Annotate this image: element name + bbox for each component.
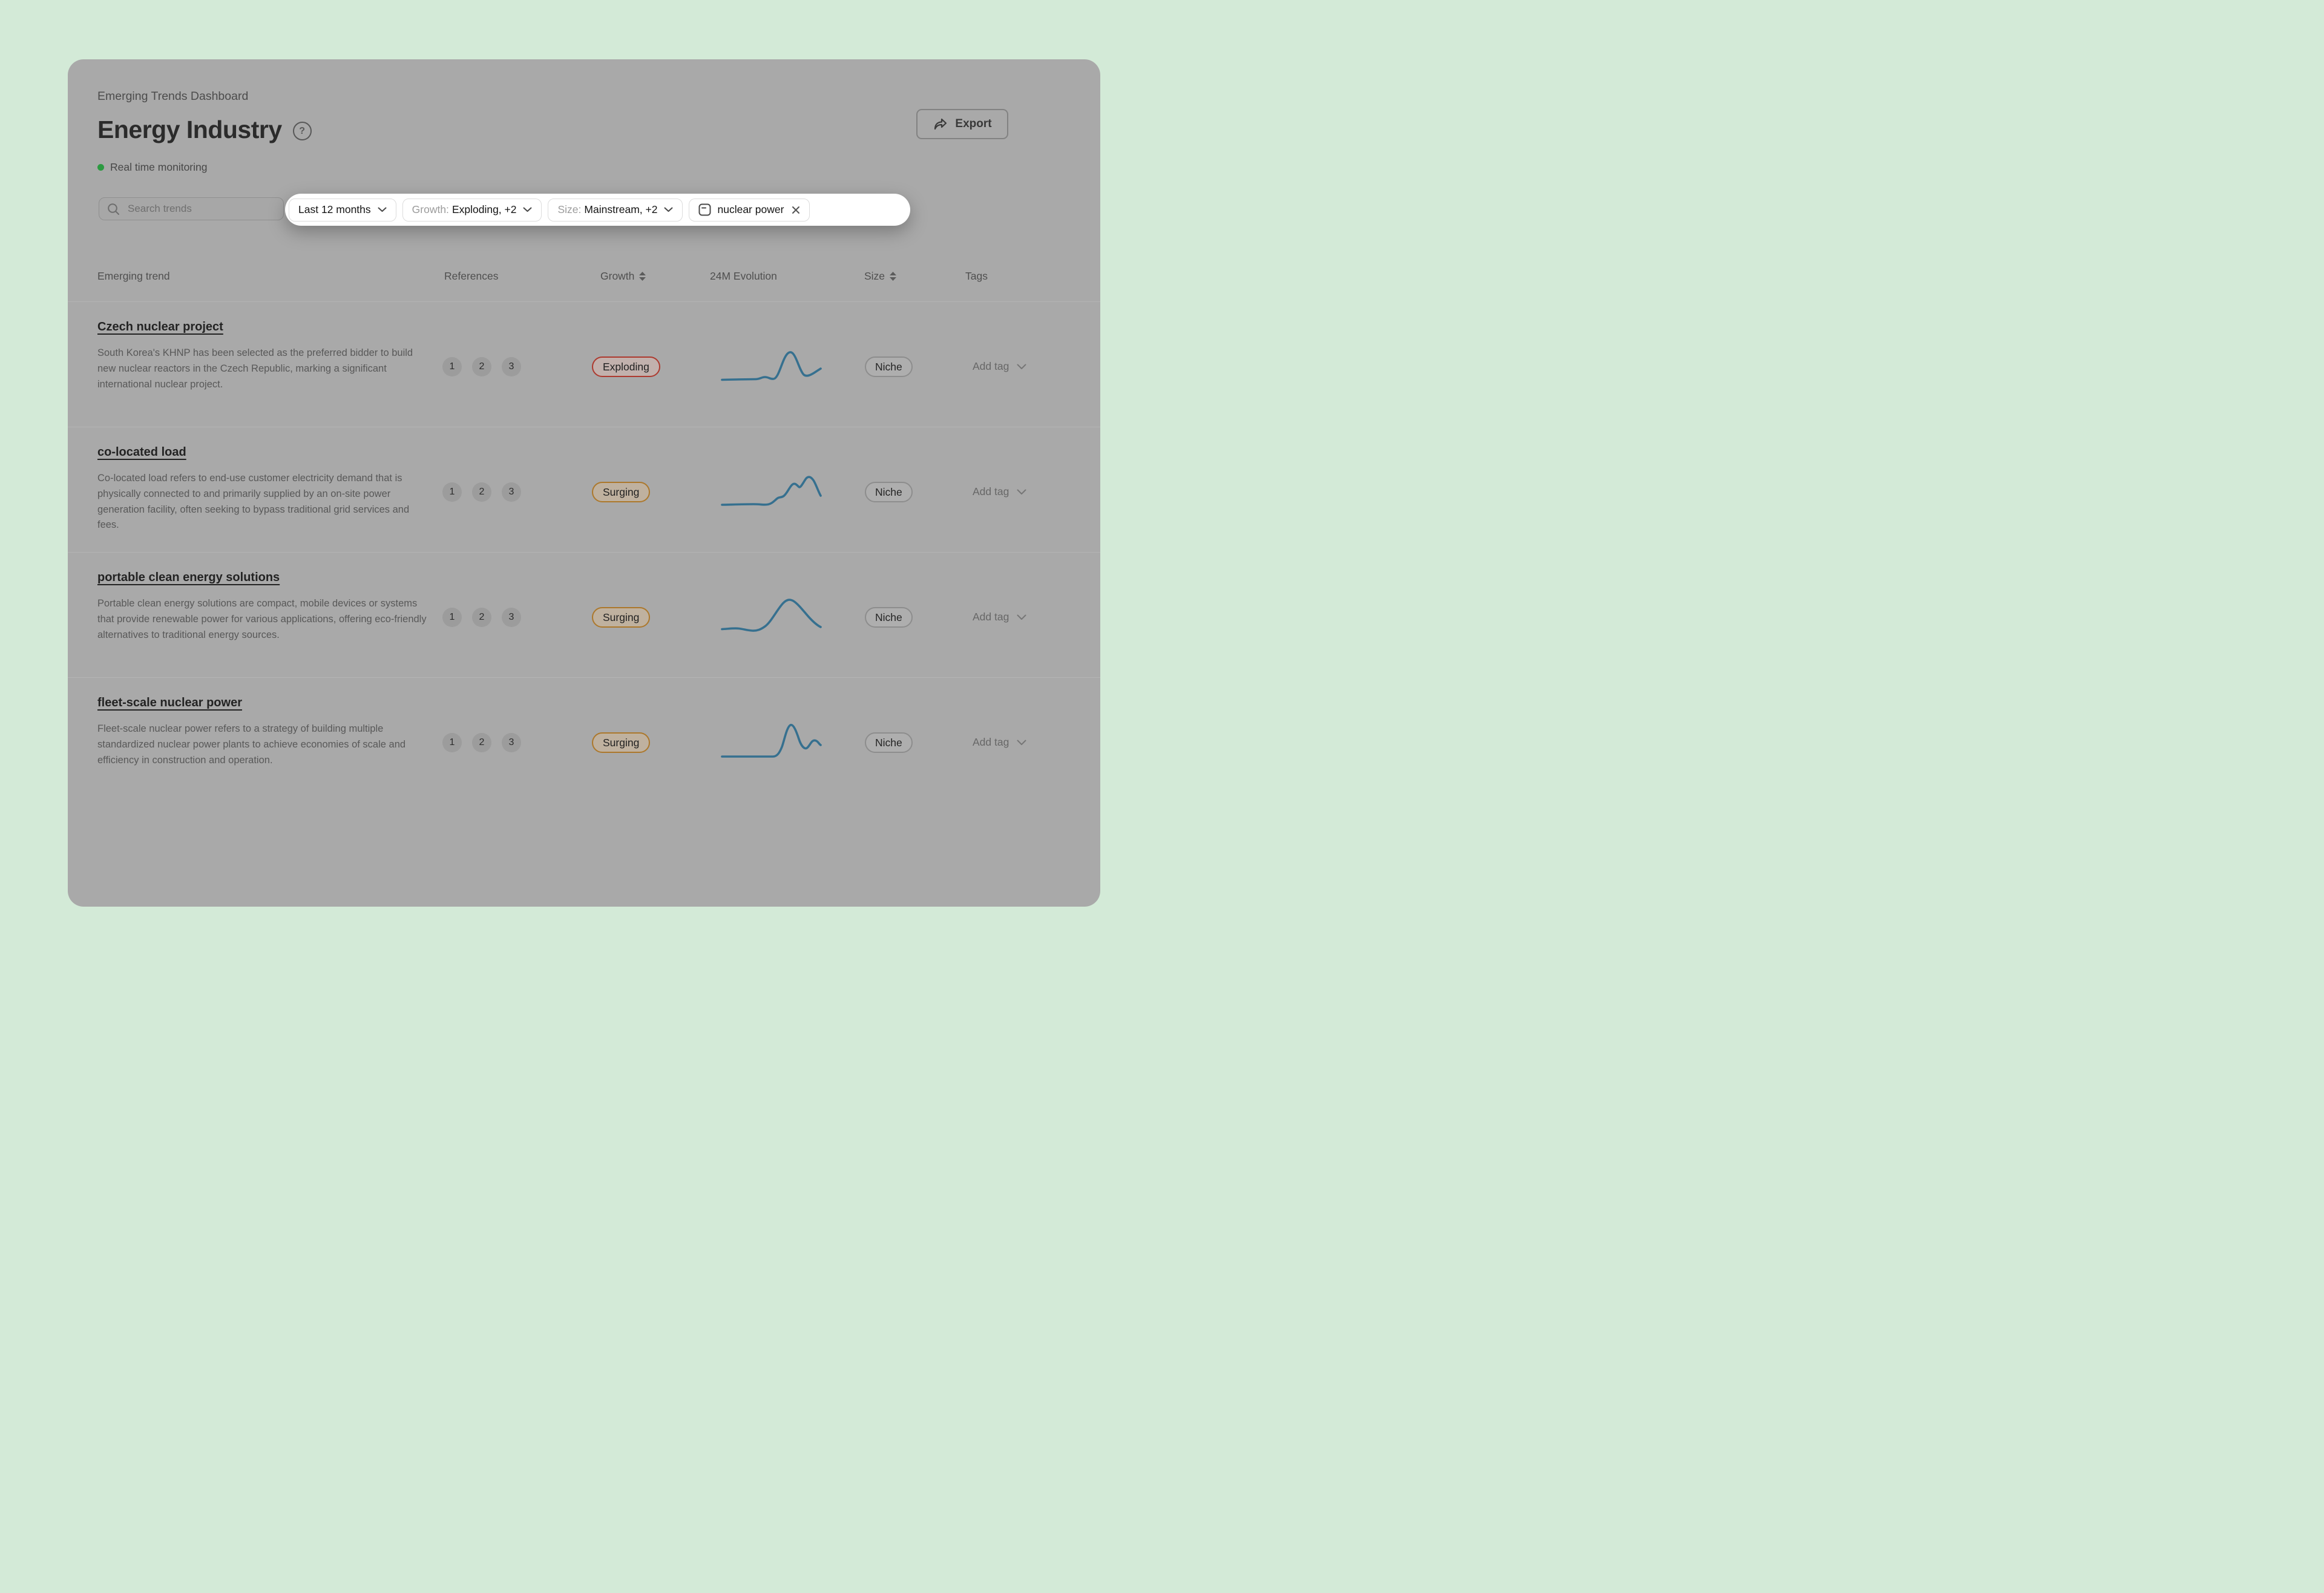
sparkline-path: [721, 723, 822, 758]
size-badge: Niche: [865, 482, 913, 502]
add-tag-dropdown[interactable]: Add tag: [973, 736, 1026, 749]
help-icon[interactable]: ?: [292, 122, 312, 140]
reference-chip[interactable]: 1: [442, 357, 462, 376]
add-tag-dropdown[interactable]: Add tag: [973, 360, 1026, 373]
reference-chip[interactable]: 2: [472, 482, 491, 502]
dashboard-card: Emerging Trends Dashboard Energy Industr…: [68, 59, 1100, 907]
search-icon: [107, 203, 120, 215]
add-tag-label: Add tag: [973, 611, 1009, 623]
trend-description: South Korea's KHNP has been selected as …: [97, 347, 413, 390]
growth-filter-dropdown[interactable]: Growth: Exploding, +2: [402, 198, 542, 222]
evolution-sparkline: [721, 599, 822, 632]
trend-description: Fleet-scale nuclear power refers to a st…: [97, 723, 406, 766]
growth-filter-value: Exploding, +2: [451, 203, 517, 215]
reference-chip[interactable]: 2: [472, 357, 491, 376]
references-group: 1 2 3: [442, 733, 521, 752]
sparkline-path: [721, 599, 822, 632]
search-input[interactable]: [126, 202, 275, 215]
add-tag-dropdown[interactable]: Add tag: [973, 485, 1026, 498]
trend-description: Portable clean energy solutions are comp…: [97, 598, 427, 640]
filter-bar: Last 12 months Growth: Exploding, +2 Size…: [285, 194, 910, 226]
status-label: Real time monitoring: [110, 161, 208, 173]
trend-description: Co-located load refers to end-use custom…: [97, 473, 410, 531]
add-tag-dropdown[interactable]: Add tag: [973, 611, 1026, 623]
reference-chip[interactable]: 2: [472, 608, 491, 627]
references-group: 1 2 3: [442, 357, 521, 376]
size-filter-value: Mainstream, +2: [584, 203, 658, 215]
chevron-down-icon: [1017, 614, 1026, 620]
trend-title-link[interactable]: co-located load: [97, 445, 186, 459]
status-row: Real time monitoring: [97, 161, 207, 174]
column-header-tags: Tags: [965, 270, 988, 282]
evolution-sparkline: [721, 351, 822, 381]
table-row: fleet-scale nuclear power Fleet-scale nu…: [68, 677, 1100, 803]
trend-table-body: Czech nuclear project South Korea's KHNP…: [68, 301, 1100, 803]
references-group: 1 2 3: [442, 608, 521, 627]
reference-chip[interactable]: 3: [502, 357, 521, 376]
column-header-evolution: 24M Evolution: [710, 270, 777, 282]
trend-title-link[interactable]: Czech nuclear project: [97, 320, 223, 334]
keyword-tag-label: nuclear power: [717, 203, 784, 215]
growth-badge: Exploding: [592, 356, 660, 377]
table-header: Emerging trend References Growth 24M Evo…: [68, 270, 1100, 284]
table-row: Czech nuclear project South Korea's KHNP…: [68, 301, 1100, 427]
growth-badge: Surging: [592, 607, 651, 628]
add-tag-label: Add tag: [973, 485, 1009, 498]
export-button[interactable]: Export: [916, 109, 1008, 139]
field-icon: [698, 203, 711, 216]
close-icon[interactable]: [792, 206, 800, 214]
export-label: Export: [955, 117, 992, 130]
evolution-sparkline: [721, 723, 822, 758]
breadcrumb: Emerging Trends Dashboard: [97, 90, 249, 103]
size-badge: Niche: [865, 732, 913, 753]
reference-chip[interactable]: 1: [442, 733, 462, 752]
chevron-down-icon: [1017, 740, 1026, 746]
keyword-filter-chip[interactable]: nuclear power: [689, 198, 810, 222]
share-icon: [933, 117, 948, 131]
column-header-size[interactable]: Size: [864, 270, 897, 283]
reference-chip[interactable]: 3: [502, 733, 521, 752]
growth-badge: Surging: [592, 482, 651, 502]
sort-icon: [638, 271, 646, 281]
table-row: co-located load Co-located load refers t…: [68, 427, 1100, 552]
trend-title-link[interactable]: portable clean energy solutions: [97, 571, 280, 585]
add-tag-label: Add tag: [973, 360, 1009, 372]
chevron-down-icon: [1017, 364, 1026, 370]
chevron-down-icon: [378, 207, 387, 212]
size-badge: Niche: [865, 356, 913, 377]
growth-badge: Surging: [592, 732, 651, 753]
search-box[interactable]: [99, 197, 284, 220]
column-header-references: References: [444, 270, 499, 282]
size-filter-dropdown[interactable]: Size: Mainstream, +2: [548, 198, 683, 222]
column-header-growth[interactable]: Growth: [600, 270, 646, 283]
sort-icon: [889, 271, 897, 281]
reference-chip[interactable]: 3: [502, 608, 521, 627]
reference-chip[interactable]: 3: [502, 482, 521, 502]
column-header-trend: Emerging trend: [97, 270, 170, 282]
size-badge: Niche: [865, 607, 913, 628]
evolution-sparkline: [721, 476, 822, 506]
reference-chip[interactable]: 1: [442, 608, 462, 627]
chevron-down-icon: [664, 207, 673, 212]
time-range-dropdown[interactable]: Last 12 months: [289, 198, 396, 222]
sparkline-path: [721, 351, 822, 381]
reference-chip[interactable]: 1: [442, 482, 462, 502]
sparkline-path: [721, 476, 822, 506]
references-group: 1 2 3: [442, 482, 521, 502]
reference-chip[interactable]: 2: [472, 733, 491, 752]
trend-title-link[interactable]: fleet-scale nuclear power: [97, 696, 242, 710]
add-tag-label: Add tag: [973, 736, 1009, 748]
growth-filter-label: Growth:: [412, 203, 449, 215]
live-dot-icon: [97, 164, 104, 171]
size-filter-label: Size:: [557, 203, 582, 215]
title-row: Energy Industry ?: [97, 116, 312, 144]
time-range-value: Last 12 months: [298, 203, 371, 215]
table-row: portable clean energy solutions Portable…: [68, 552, 1100, 677]
chevron-down-icon: [1017, 489, 1026, 495]
page-title: Energy Industry: [97, 116, 282, 143]
chevron-down-icon: [523, 207, 532, 212]
